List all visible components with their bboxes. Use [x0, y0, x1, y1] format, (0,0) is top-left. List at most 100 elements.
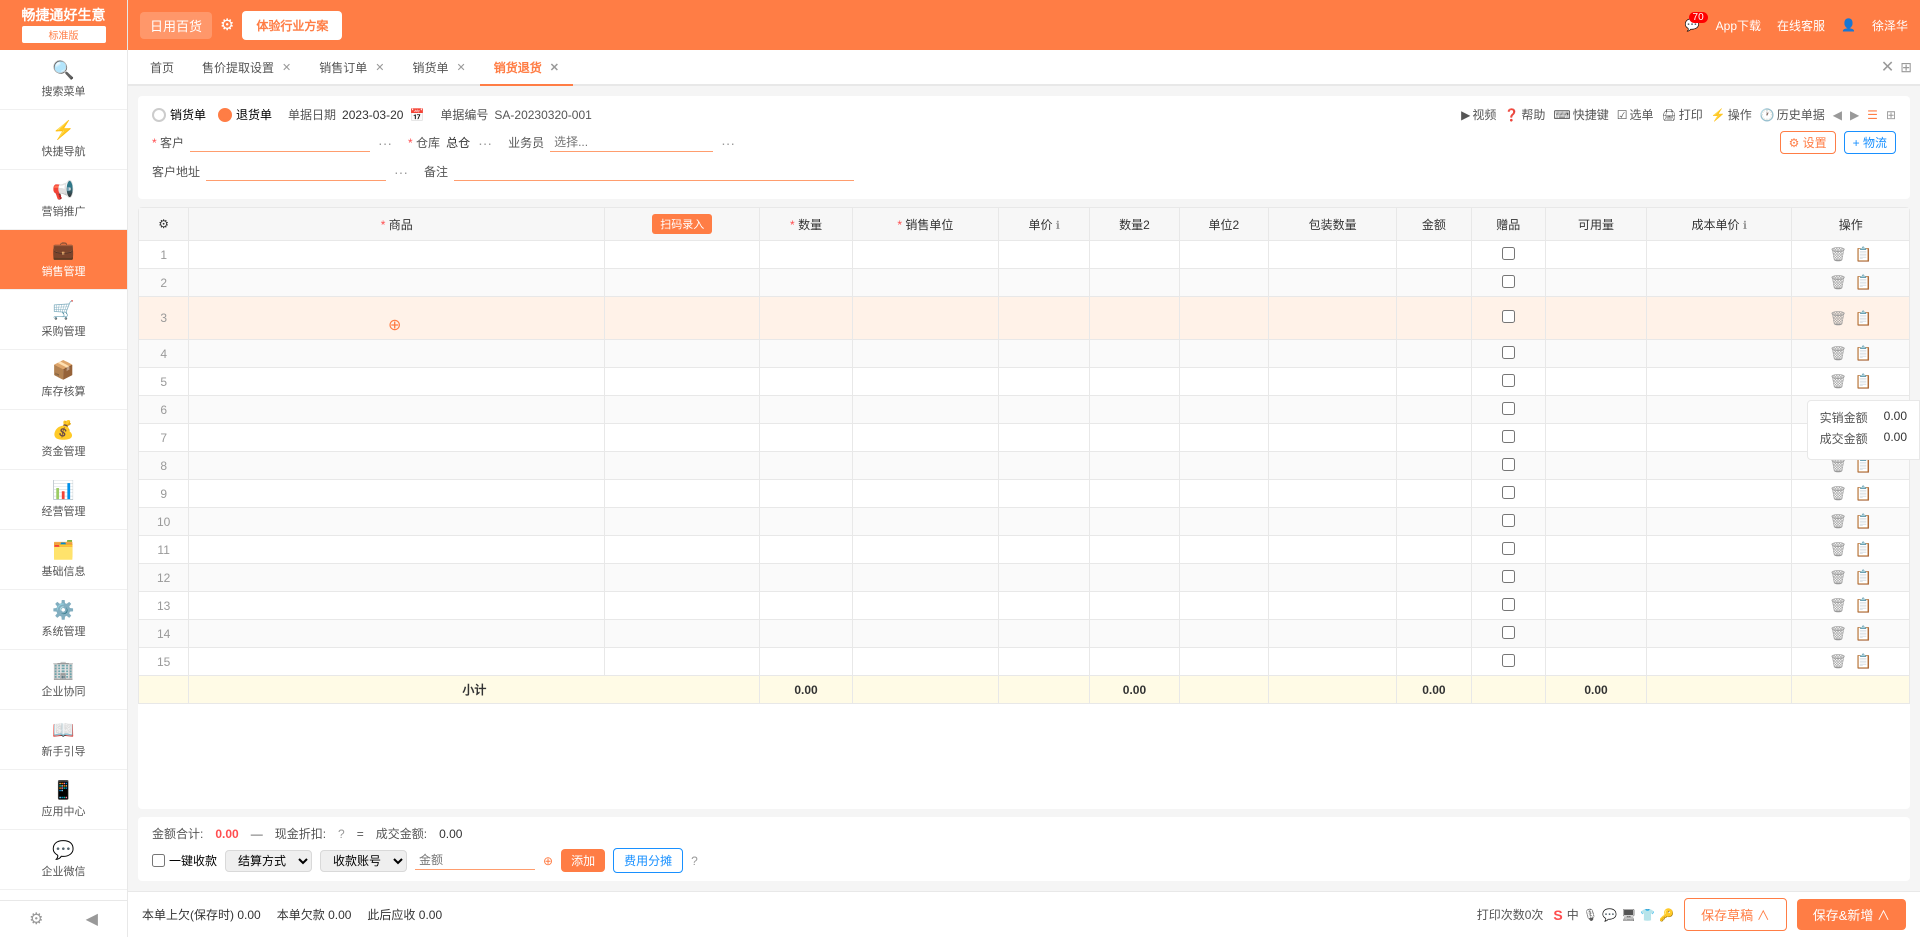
add-row-icon[interactable]: ⊕ [388, 317, 401, 334]
cost-unit-cell[interactable] [1647, 424, 1792, 452]
gift-checkbox[interactable] [1502, 486, 1515, 499]
discount-help-icon[interactable]: ? [338, 827, 345, 841]
product-cell[interactable] [189, 564, 605, 592]
unit2-cell[interactable] [1179, 241, 1268, 269]
tab-sales-order[interactable]: 销售订单 ✕ [305, 51, 398, 86]
topbar-gear-icon[interactable]: ⚙ [220, 15, 234, 35]
cost-unit-cell[interactable] [1647, 297, 1792, 340]
pack-qty-cell[interactable] [1268, 241, 1396, 269]
pack-qty-cell[interactable] [1268, 340, 1396, 368]
cost-unit-cell[interactable] [1647, 648, 1792, 676]
unit2-cell[interactable] [1179, 424, 1268, 452]
sales-unit-cell[interactable] [852, 297, 998, 340]
qty-cell[interactable] [760, 536, 852, 564]
sidebar-item-purchase[interactable]: 🛒 采购管理 [0, 290, 127, 350]
logistics-btn[interactable]: + 物流 [1844, 131, 1896, 154]
available-cell[interactable] [1545, 269, 1646, 297]
qty2-cell[interactable] [1090, 564, 1179, 592]
copy-icon[interactable]: 📋 [1855, 246, 1872, 263]
scan-btn[interactable]: 扫码录入 [652, 214, 712, 234]
amount-cell[interactable] [1397, 424, 1471, 452]
cost-info-icon[interactable]: ℹ [1743, 220, 1747, 232]
available-cell[interactable] [1545, 508, 1646, 536]
copy-icon[interactable]: 📋 [1855, 625, 1872, 642]
nav-next-icon[interactable]: ▶ [1850, 108, 1859, 122]
cost-unit-cell[interactable] [1647, 452, 1792, 480]
product-cell[interactable] [189, 648, 605, 676]
qty-cell[interactable] [760, 424, 852, 452]
delete-icon[interactable]: 🗑 [1829, 541, 1847, 558]
unit-price-cell[interactable] [999, 424, 1090, 452]
available-cell[interactable] [1545, 536, 1646, 564]
pack-qty-cell[interactable] [1268, 592, 1396, 620]
amount-cell[interactable] [1397, 620, 1471, 648]
qty-cell[interactable] [760, 648, 852, 676]
delete-icon[interactable]: 🗑 [1829, 310, 1847, 327]
unit2-cell[interactable] [1179, 396, 1268, 424]
pack-qty-cell[interactable] [1268, 297, 1396, 340]
unit2-cell[interactable] [1179, 592, 1268, 620]
gift-cell[interactable] [1471, 340, 1545, 368]
unit2-cell[interactable] [1179, 452, 1268, 480]
unit2-cell[interactable] [1179, 297, 1268, 340]
sidebar-item-system[interactable]: ⚙️ 系统管理 [0, 590, 127, 650]
product-cell[interactable] [189, 592, 605, 620]
pack-qty-cell[interactable] [1268, 269, 1396, 297]
gift-checkbox[interactable] [1502, 570, 1515, 583]
delete-icon[interactable]: 🗑 [1829, 246, 1847, 263]
unit2-cell[interactable] [1179, 508, 1268, 536]
address-dots-icon[interactable]: ··· [394, 164, 408, 180]
tab-price-extract[interactable]: 售价提取设置 ✕ [188, 51, 305, 86]
tab-close-icon[interactable]: ✕ [375, 61, 384, 74]
unit-price-cell[interactable] [999, 536, 1090, 564]
unit-price-cell[interactable] [999, 368, 1090, 396]
cost-unit-cell[interactable] [1647, 564, 1792, 592]
amount-cell[interactable] [1397, 241, 1471, 269]
sidebar-item-operation[interactable]: 📊 经营管理 [0, 470, 127, 530]
sales-unit-cell[interactable] [852, 452, 998, 480]
unit-price-cell[interactable] [999, 452, 1090, 480]
sidebar-item-marketing[interactable]: 📢 营销推广 [0, 170, 127, 230]
cost-unit-cell[interactable] [1647, 592, 1792, 620]
qty2-cell[interactable] [1090, 269, 1179, 297]
calendar-icon[interactable]: 📅 [409, 108, 424, 122]
gift-checkbox[interactable] [1502, 310, 1515, 323]
qty-cell[interactable] [760, 396, 852, 424]
gift-checkbox[interactable] [1502, 598, 1515, 611]
sidebar-item-appstore[interactable]: 📱 应用中心 [0, 770, 127, 830]
sales-unit-cell[interactable] [852, 592, 998, 620]
th-gear[interactable]: ⚙ [139, 208, 189, 241]
cost-unit-cell[interactable] [1647, 368, 1792, 396]
account-select[interactable]: 收款账号 [320, 850, 407, 872]
product-cell[interactable] [189, 424, 605, 452]
unit-price-cell[interactable] [999, 592, 1090, 620]
gift-checkbox[interactable] [1502, 514, 1515, 527]
qty-cell[interactable] [760, 480, 852, 508]
gift-checkbox[interactable] [1502, 402, 1515, 415]
qty-cell[interactable] [760, 564, 852, 592]
qty2-cell[interactable] [1090, 620, 1179, 648]
delete-icon[interactable]: 🗑 [1829, 373, 1847, 390]
equals-icon[interactable]: = [357, 827, 364, 841]
available-cell[interactable] [1545, 564, 1646, 592]
sidebar-item-member[interactable]: 👑 畅会员 [0, 890, 127, 900]
gift-checkbox[interactable] [1502, 346, 1515, 359]
amount-cell[interactable] [1397, 368, 1471, 396]
copy-icon[interactable]: 📋 [1855, 569, 1872, 586]
tab-home[interactable]: 首页 [136, 51, 188, 86]
payment-checkbox-label[interactable]: 一键收款 [152, 852, 217, 869]
pack-qty-cell[interactable] [1268, 508, 1396, 536]
qty2-cell[interactable] [1090, 508, 1179, 536]
qty-cell[interactable] [760, 340, 852, 368]
product-cell[interactable] [189, 620, 605, 648]
unit2-cell[interactable] [1179, 340, 1268, 368]
tab-close-icon[interactable]: ✕ [282, 61, 291, 74]
available-cell[interactable] [1545, 452, 1646, 480]
unit2-cell[interactable] [1179, 536, 1268, 564]
pack-qty-cell[interactable] [1268, 452, 1396, 480]
cost-unit-cell[interactable] [1647, 536, 1792, 564]
qty-cell[interactable] [760, 297, 852, 340]
unit-price-cell[interactable] [999, 396, 1090, 424]
history-btn[interactable]: 🕐 历史单据 [1760, 106, 1825, 123]
warehouse-value[interactable]: 总仓 [446, 134, 470, 151]
